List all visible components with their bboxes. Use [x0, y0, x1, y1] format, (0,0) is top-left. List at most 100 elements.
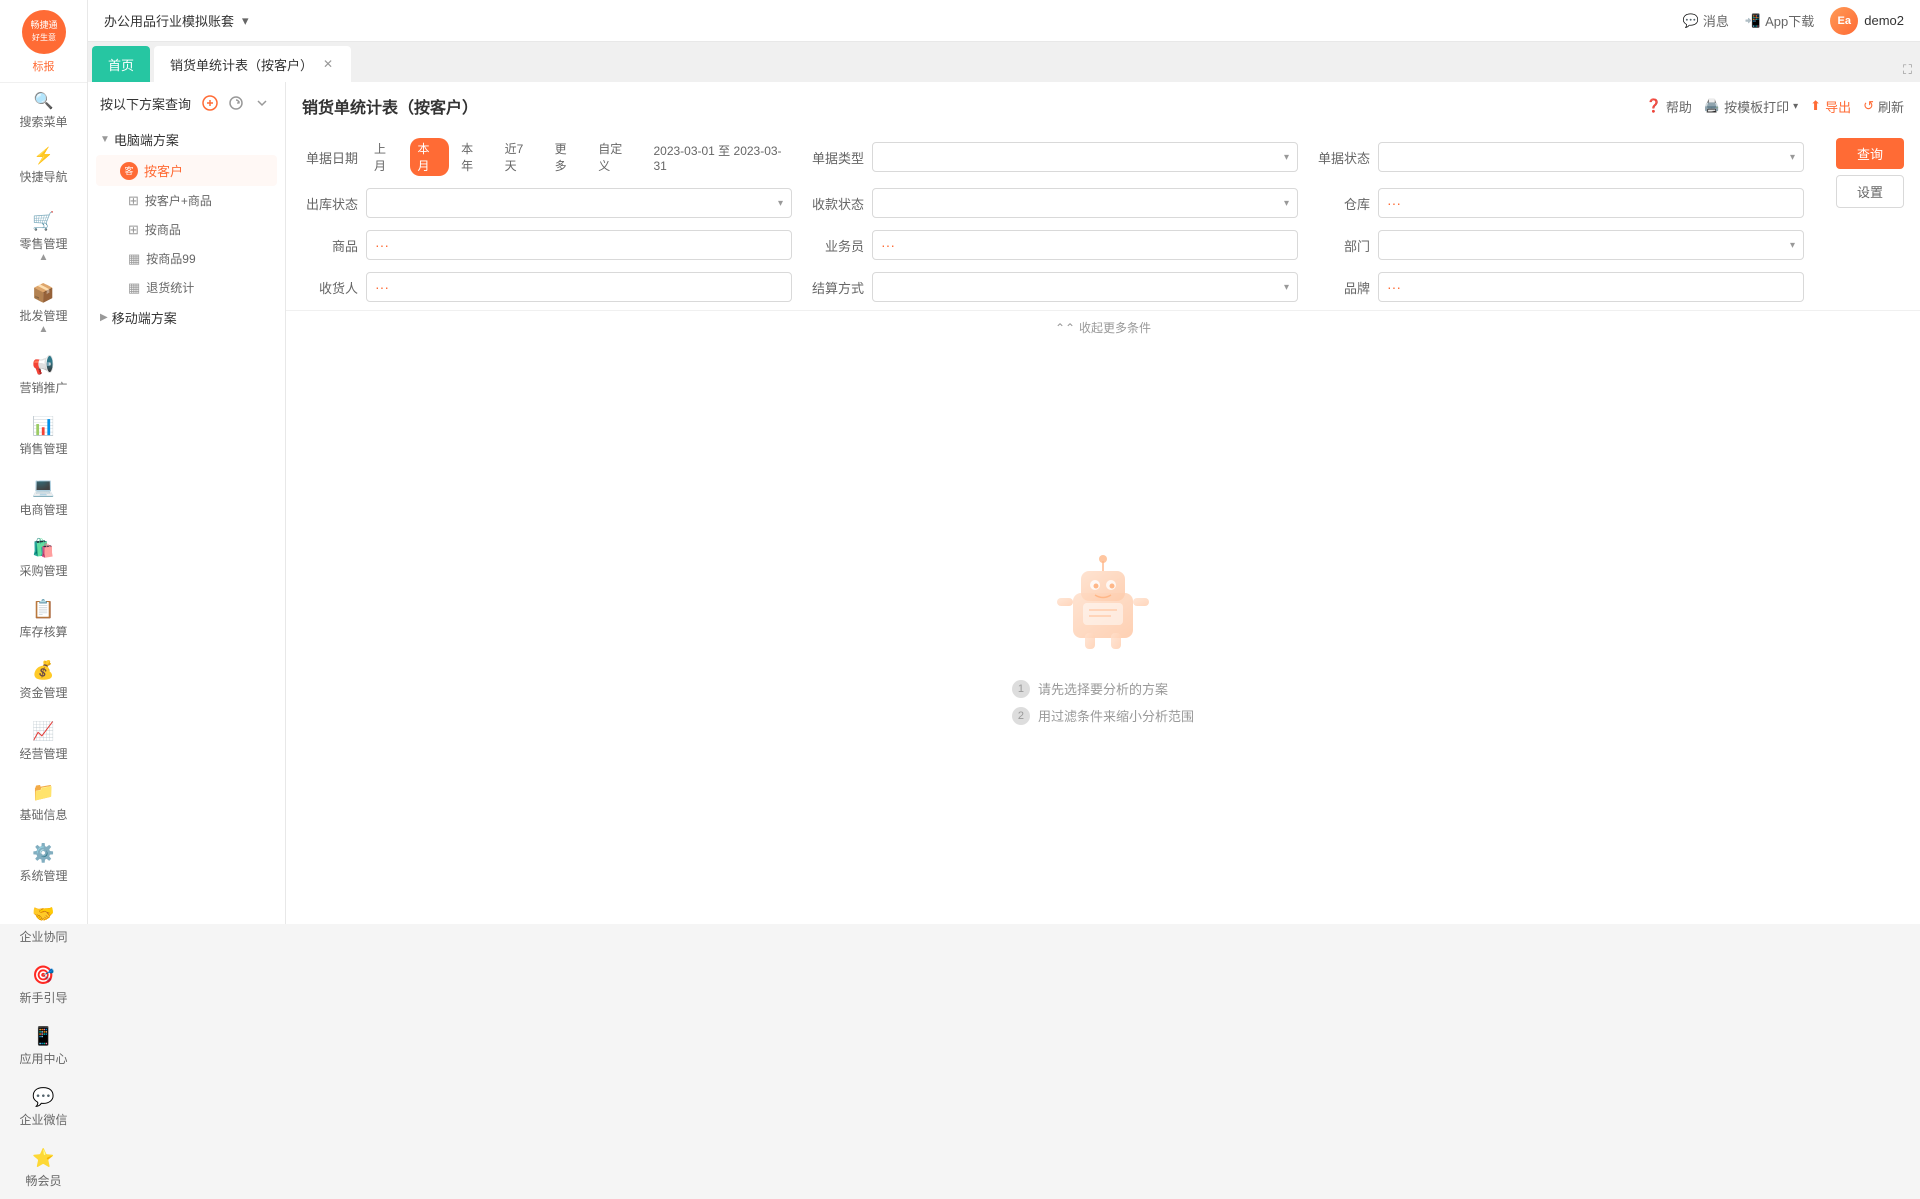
sidebar-item-finance[interactable]: 💰 资金管理 — [0, 650, 87, 711]
sidebar-quick-nav[interactable]: ⚡ 快捷导航 — [0, 138, 87, 193]
sidebar-search[interactable]: 🔍 搜索菜单 — [0, 83, 87, 138]
recipient-input[interactable]: ··· — [366, 272, 792, 302]
payment-method-label: 结算方式 — [808, 278, 864, 297]
sidebar-item-member[interactable]: ⭐ 畅会员 — [0, 1138, 87, 1199]
scheme-item-customer-icon: 客 — [120, 162, 138, 180]
sidebar-item-apps[interactable]: 📱 应用中心 — [0, 1016, 87, 1077]
scheme-group-mobile-header[interactable]: ▶ 移动端方案 — [96, 302, 277, 333]
scheme-item-by-customer[interactable]: 客 按客户 — [96, 155, 277, 186]
filter-field-doc-status: 单据状态 ▾ — [1314, 142, 1804, 172]
warehouse-input[interactable]: ··· — [1378, 188, 1804, 218]
message-button[interactable]: 💬 消息 — [1683, 11, 1729, 30]
brand-input[interactable]: ··· — [1378, 272, 1804, 302]
doc-status-select[interactable]: ▾ — [1378, 142, 1804, 172]
goods-input[interactable]: ··· — [366, 230, 792, 260]
base-icon: 📁 — [32, 782, 54, 803]
sales-icon: 📊 — [32, 416, 54, 437]
scheme-add-button[interactable] — [199, 92, 221, 114]
sidebar-item-wholesale[interactable]: 📦 批发管理 ▲ — [0, 273, 87, 345]
logo-text: 标报 — [33, 58, 55, 74]
collection-status-label: 收款状态 — [808, 194, 864, 213]
empty-state: 1 请先选择要分析的方案 2 用过滤条件来缩小分析范围 — [286, 344, 1920, 924]
scheme-item-by-customer-goods[interactable]: ⊞ 按客户+商品 — [96, 186, 277, 215]
tab-sales-stat[interactable]: 销货单统计表（按客户） ✕ — [154, 46, 351, 82]
scheme-item-by-goods-99[interactable]: ▦ 按商品99 — [96, 244, 277, 273]
out-status-label: 出库状态 — [302, 194, 358, 213]
filter-form: 单据日期 上月 本月 本年 近7天 更多 自定义 2023-03-01 至 20… — [286, 126, 1820, 310]
date-tab-more[interactable]: 更多 — [547, 138, 587, 176]
filter-field-doc-type: 单据类型 ▾ — [808, 142, 1298, 172]
collection-status-select[interactable]: ▾ — [872, 188, 1298, 218]
collapse-bar[interactable]: ⌃⌃ 收起更多条件 — [286, 310, 1920, 344]
maximize-icon[interactable]: ⛶ — [1903, 62, 1912, 78]
wholesale-icon: 📦 — [32, 283, 54, 304]
date-tab-this-month[interactable]: 本月 — [410, 138, 450, 176]
tab-home[interactable]: 首页 — [92, 46, 150, 82]
scheme-item-return-stat[interactable]: ▦ 退货统计 — [96, 273, 277, 302]
sidebar-item-purchase[interactable]: 🛍️ 采购管理 — [0, 528, 87, 589]
template-print-button[interactable]: 🖨️ 按模板打印 ▾ — [1704, 97, 1798, 116]
department-select[interactable]: ▾ — [1378, 230, 1804, 260]
goods-dots: ··· — [375, 237, 389, 253]
logo-area: 畅捷通 好生意 标报 — [0, 0, 87, 83]
payment-method-select[interactable]: ▾ — [872, 272, 1298, 302]
filter-field-payment-method: 结算方式 ▾ — [808, 272, 1298, 302]
refresh-button[interactable]: ↺ 刷新 — [1863, 97, 1904, 116]
svg-text:好生意: 好生意 — [32, 32, 56, 42]
sidebar: 畅捷通 好生意 标报 🔍 搜索菜单 ⚡ 快捷导航 🛒 零售管理 ▲ 📦 批发管理… — [0, 0, 88, 924]
sidebar-item-newbie[interactable]: 🎯 新手引导 — [0, 955, 87, 1016]
header-dropdown-icon[interactable]: ▾ — [242, 13, 249, 29]
wholesale-arrow-icon: ▲ — [39, 324, 49, 335]
sidebar-item-operations[interactable]: 📈 经营管理 — [0, 711, 87, 772]
filter-field-salesperson: 业务员 ··· — [808, 230, 1298, 260]
operations-icon: 📈 — [32, 721, 54, 742]
app-download-button[interactable]: 📲 App下载 — [1745, 11, 1814, 30]
doc-type-arrow-icon: ▾ — [1284, 152, 1289, 163]
sidebar-item-system[interactable]: ⚙️ 系统管理 — [0, 833, 87, 894]
doc-type-label: 单据类型 — [808, 148, 864, 167]
scheme-item-by-goods[interactable]: ⊞ 按商品 — [96, 215, 277, 244]
settings-button[interactable]: 设置 — [1836, 175, 1904, 208]
out-status-select[interactable]: ▾ — [366, 188, 792, 218]
doc-type-select[interactable]: ▾ — [872, 142, 1298, 172]
scheme-panel-title: 按以下方案查询 — [100, 94, 191, 113]
filter-actions: ❓ 帮助 🖨️ 按模板打印 ▾ ⬆ 导出 ↺ 刷新 — [1646, 97, 1904, 116]
message-icon: 💬 — [1683, 13, 1699, 29]
salesperson-label: 业务员 — [808, 236, 864, 255]
user-profile[interactable]: Ea demo2 — [1830, 7, 1904, 35]
scheme-refresh-button[interactable] — [225, 92, 247, 114]
brand-dots: ··· — [1387, 279, 1401, 295]
header-right: 💬 消息 📲 App下载 Ea demo2 — [1683, 7, 1904, 35]
filter-header: 销货单统计表（按客户） ❓ 帮助 🖨️ 按模板打印 ▾ ⬆ 导出 — [286, 82, 1920, 126]
marketing-icon: 📢 — [32, 355, 54, 376]
date-tab-this-year[interactable]: 本年 — [453, 138, 493, 176]
refresh-icon: ↺ — [1863, 98, 1874, 114]
date-tab-last-7[interactable]: 近7天 — [497, 138, 543, 176]
sidebar-item-ecommerce[interactable]: 💻 电商管理 — [0, 467, 87, 528]
filter-buttons: 查询 设置 — [1820, 126, 1920, 208]
scheme-group-mobile: ▶ 移动端方案 — [88, 302, 285, 333]
enterprise-icon: 🤝 — [32, 904, 54, 925]
sidebar-item-enterprise[interactable]: 🤝 企业协同 — [0, 894, 87, 955]
finance-icon: 💰 — [32, 660, 54, 681]
sidebar-item-inventory[interactable]: 📋 库存核算 — [0, 589, 87, 650]
tip-num-2: 2 — [1012, 707, 1030, 725]
export-button[interactable]: ⬆ 导出 — [1810, 97, 1851, 116]
date-tab-last-month[interactable]: 上月 — [366, 138, 406, 176]
tab-close-icon[interactable]: ✕ — [321, 55, 335, 73]
sidebar-item-base[interactable]: 📁 基础信息 — [0, 772, 87, 833]
date-tab-custom[interactable]: 自定义 — [590, 138, 641, 176]
sidebar-item-marketing[interactable]: 📢 营销推广 — [0, 345, 87, 406]
query-button[interactable]: 查询 — [1836, 138, 1904, 169]
sidebar-item-sales[interactable]: 📊 销售管理 — [0, 406, 87, 467]
scheme-group-desktop-header[interactable]: ▼ 电脑端方案 — [96, 124, 277, 155]
scheme-collapse-button[interactable] — [251, 92, 273, 114]
scheme-panel: 按以下方案查询 — [88, 82, 286, 924]
collapse-label: 收起更多条件 — [1079, 319, 1151, 336]
salesperson-input[interactable]: ··· — [872, 230, 1298, 260]
filter-field-out-status: 出库状态 ▾ — [302, 188, 792, 218]
sidebar-item-retail[interactable]: 🛒 零售管理 ▲ — [0, 201, 87, 273]
help-button[interactable]: ❓ 帮助 — [1646, 97, 1692, 116]
department-label: 部门 — [1314, 236, 1370, 255]
sidebar-item-wechat[interactable]: 💬 企业微信 — [0, 1077, 87, 1138]
